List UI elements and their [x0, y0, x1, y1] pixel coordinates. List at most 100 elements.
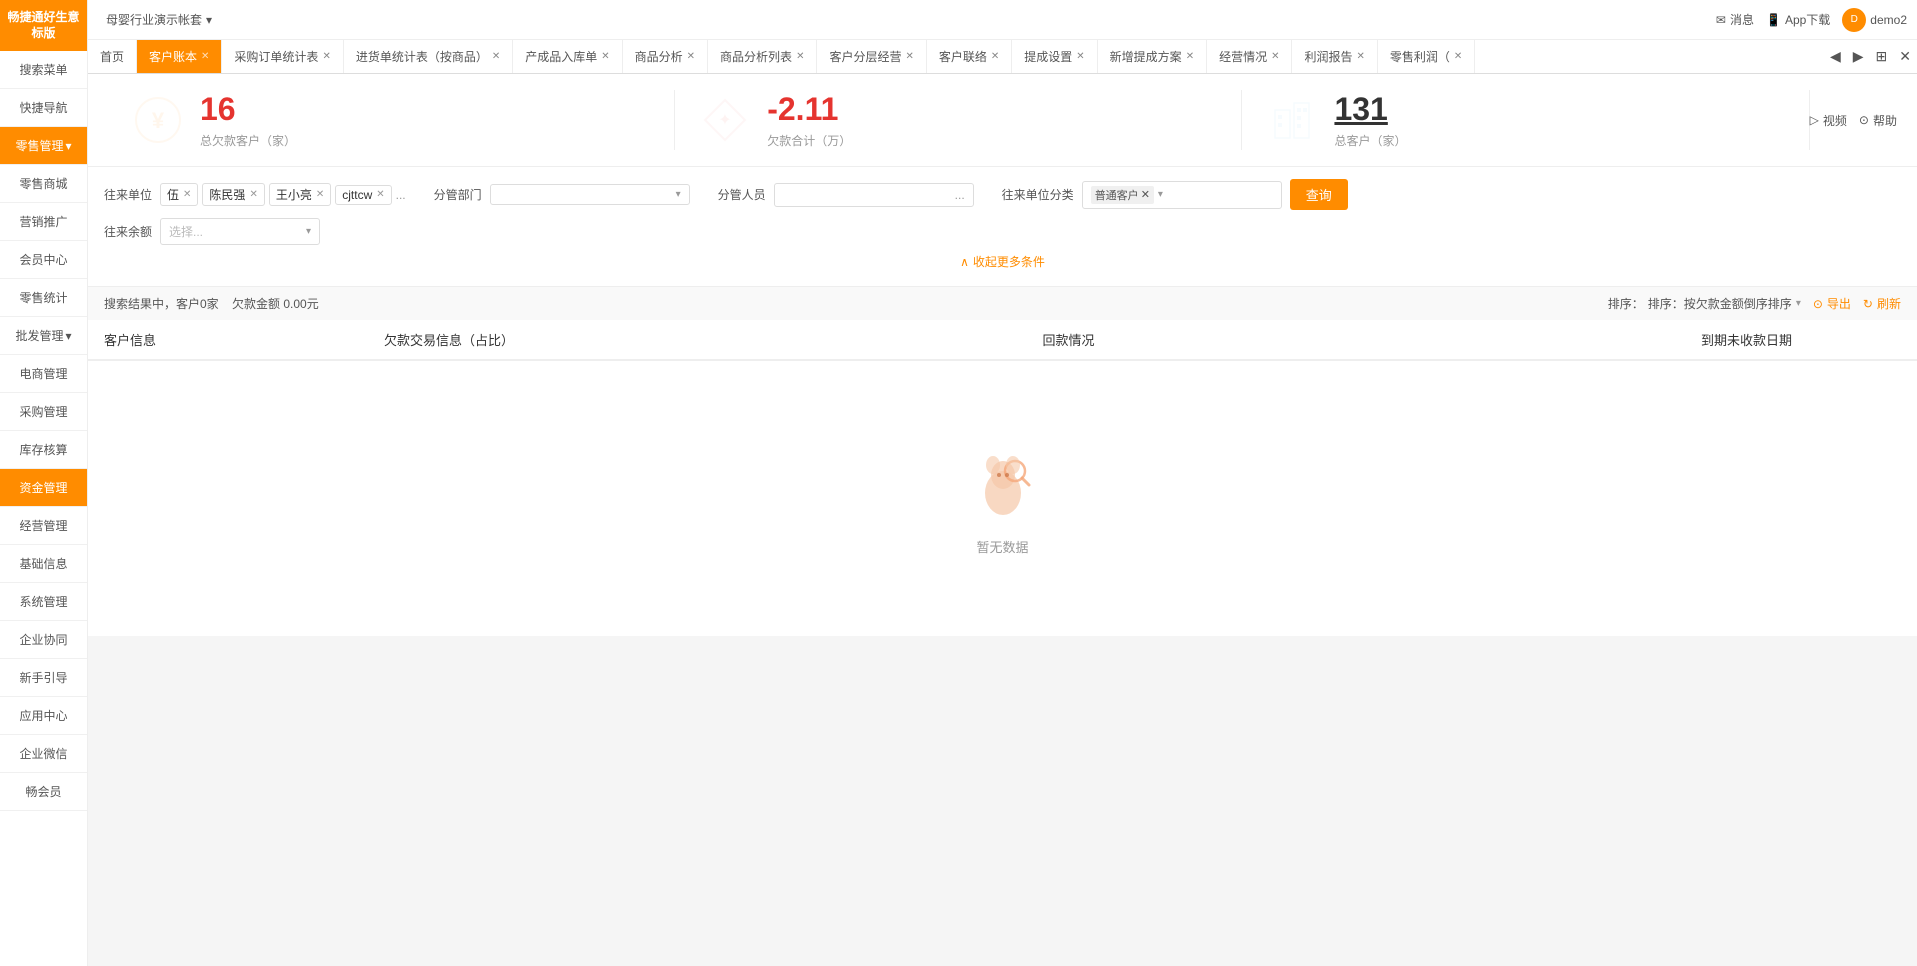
- tab-close-icon[interactable]: ✕: [322, 51, 330, 62]
- stat-label-debt-customers: 总欠款客户（家）: [200, 132, 296, 149]
- refresh-button[interactable]: ↻ 刷新: [1863, 295, 1901, 312]
- sidebar-item-app-center[interactable]: 应用中心: [0, 697, 87, 735]
- tab-purchase-order-stats[interactable]: 采购订单统计表 ✕: [222, 40, 343, 73]
- tabs-close-all-button[interactable]: ✕: [1893, 44, 1917, 69]
- tab-label: 提成设置: [1024, 48, 1072, 65]
- filter-tag-wang[interactable]: 王小亮 ✕: [269, 183, 331, 206]
- tab-label: 新增提成方案: [1110, 48, 1182, 65]
- tab-close-customer-book[interactable]: ✕: [201, 51, 209, 62]
- tab-close-icon[interactable]: ✕: [492, 51, 500, 62]
- tab-customer-book[interactable]: 客户账本 ✕: [137, 40, 222, 73]
- sidebar-item-enterprise-wechat[interactable]: 企业微信: [0, 735, 87, 773]
- sidebar-item-enterprise[interactable]: 企业协同: [0, 621, 87, 659]
- remove-tag-cjttcw[interactable]: ✕: [376, 189, 384, 200]
- sidebar: 畅捷通好生意 标版 搜索菜单 快捷导航 零售管理▾ 零售商城 营销推广 会员中心…: [0, 0, 88, 966]
- remove-classify-normal[interactable]: ✕: [1141, 188, 1150, 201]
- tabs-prev-button[interactable]: ◀: [1824, 44, 1847, 69]
- tabs-controls: ◀ ▶ ⊞ ✕: [1824, 44, 1917, 69]
- tab-stock-in-stats[interactable]: 进货单统计表（按商品） ✕: [344, 40, 513, 73]
- empty-state: 暂无数据: [88, 361, 1917, 636]
- tab-close-icon[interactable]: ✕: [796, 51, 804, 62]
- branch-person-more[interactable]: ...: [955, 188, 965, 202]
- industry-selector[interactable]: 母婴行业演示帐套 ▾: [98, 11, 220, 28]
- unit-classify-select[interactable]: 普通客户 ✕ ▾: [1082, 181, 1282, 209]
- tab-customer-contact[interactable]: 客户联络 ✕: [927, 40, 1012, 73]
- tab-home[interactable]: 首页: [88, 40, 137, 73]
- sidebar-item-marketing[interactable]: 营销推广: [0, 203, 87, 241]
- filter-tag-wu[interactable]: 伍 ✕: [160, 183, 198, 206]
- tab-close-icon[interactable]: ✕: [687, 51, 695, 62]
- tab-label: 商品分析: [635, 48, 683, 65]
- sidebar-item-retail-stats[interactable]: 零售统计: [0, 279, 87, 317]
- tab-retail-profit[interactable]: 零售利润（ ✕: [1378, 40, 1475, 73]
- remove-tag-chen[interactable]: ✕: [249, 189, 257, 200]
- sidebar-item-inventory[interactable]: 库存核算: [0, 431, 87, 469]
- tab-goods-analysis-list[interactable]: 商品分析列表 ✕: [708, 40, 817, 73]
- tab-close-icon[interactable]: ✕: [1186, 51, 1194, 62]
- tabs-expand-button[interactable]: ⊞: [1870, 44, 1894, 69]
- tabs-next-button[interactable]: ▶: [1847, 44, 1870, 69]
- sidebar-item-new-guide[interactable]: 新手引导: [0, 659, 87, 697]
- tab-profit-report[interactable]: 利润报告 ✕: [1292, 40, 1377, 73]
- app-download-button[interactable]: 📱 App下载: [1766, 11, 1830, 28]
- chevron-down-icon: ▾: [676, 189, 681, 200]
- balance-select[interactable]: 选择... ▾: [160, 218, 320, 245]
- export-button[interactable]: ⊙ 导出: [1813, 295, 1851, 312]
- sidebar-item-retail-manage[interactable]: 零售管理▾: [0, 127, 87, 165]
- sidebar-item-wholesale-manage[interactable]: 批发管理▾: [0, 317, 87, 355]
- tab-close-icon[interactable]: ✕: [1454, 51, 1462, 62]
- tab-close-icon[interactable]: ✕: [601, 51, 609, 62]
- tab-close-icon[interactable]: ✕: [1076, 51, 1084, 62]
- tab-bar: 首页 客户账本 ✕ 采购订单统计表 ✕ 进货单统计表（按商品） ✕ 产成品入库单…: [88, 40, 1917, 74]
- sidebar-item-vip-member[interactable]: 畅会员: [0, 773, 87, 811]
- tab-raise-settings[interactable]: 提成设置 ✕: [1012, 40, 1097, 73]
- tab-label: 零售利润（: [1390, 48, 1450, 65]
- svg-text:¥: ¥: [152, 108, 165, 133]
- remove-tag-wu[interactable]: ✕: [183, 189, 191, 200]
- message-button[interactable]: ✉ 消息: [1716, 11, 1754, 28]
- tab-customer-tier[interactable]: 客户分层经营 ✕: [817, 40, 926, 73]
- sidebar-item-operations[interactable]: 经营管理: [0, 507, 87, 545]
- tab-goods-analysis[interactable]: 商品分析 ✕: [623, 40, 708, 73]
- sidebar-item-member-center[interactable]: 会员中心: [0, 241, 87, 279]
- sidebar-item-system[interactable]: 系统管理: [0, 583, 87, 621]
- tab-produce-in[interactable]: 产成品入库单 ✕: [513, 40, 622, 73]
- video-button[interactable]: ▷ 视频: [1810, 112, 1847, 129]
- stat-value-debt-total: -2.11: [767, 91, 851, 128]
- stat-total-debt-customers: ¥ 16 总欠款客户（家）: [108, 90, 675, 150]
- sidebar-logo: 畅捷通好生意 标版: [0, 0, 87, 51]
- sidebar-item-ecommerce[interactable]: 电商管理: [0, 355, 87, 393]
- sidebar-search[interactable]: 搜索菜单: [0, 51, 87, 89]
- tab-close-icon[interactable]: ✕: [1271, 51, 1279, 62]
- help-button[interactable]: ⊙ 帮助: [1859, 112, 1897, 129]
- query-button[interactable]: 查询: [1290, 179, 1348, 210]
- user-avatar-area[interactable]: D demo2: [1842, 8, 1907, 32]
- filter-more-button[interactable]: ...: [396, 188, 406, 202]
- filter-tag-cjttcw[interactable]: cjttcw ✕: [335, 185, 391, 205]
- export-label: 导出: [1827, 295, 1851, 312]
- sidebar-item-basic-info[interactable]: 基础信息: [0, 545, 87, 583]
- filter-tag-chen[interactable]: 陈民强 ✕: [202, 183, 264, 206]
- tab-new-raise-plan[interactable]: 新增提成方案 ✕: [1098, 40, 1207, 73]
- sidebar-item-purchase-manage[interactable]: 采购管理: [0, 393, 87, 431]
- sidebar-item-retail-mall[interactable]: 零售商城: [0, 165, 87, 203]
- tab-close-icon[interactable]: ✕: [991, 51, 999, 62]
- sidebar-item-finance[interactable]: 资金管理: [0, 469, 87, 507]
- tab-close-icon[interactable]: ✕: [905, 51, 913, 62]
- unit-classify-label: 往来单位分类: [1002, 186, 1074, 203]
- stat-value-debt-customers: 16: [200, 91, 296, 128]
- yuan-circle-icon: ¥: [128, 90, 188, 150]
- sort-select[interactable]: 排序： 排序：按欠款金额倒序排序 ▾: [1608, 295, 1801, 312]
- branch-person-select[interactable]: ...: [774, 183, 974, 207]
- phone-icon: 📱: [1766, 13, 1781, 27]
- tab-close-icon[interactable]: ✕: [1357, 51, 1365, 62]
- tab-operations-status[interactable]: 经营情况 ✕: [1207, 40, 1292, 73]
- collapse-button[interactable]: ∧ 收起更多条件: [104, 253, 1901, 270]
- remove-tag-wang[interactable]: ✕: [316, 189, 324, 200]
- branch-dept-select[interactable]: ▾: [490, 184, 690, 205]
- page-content: ¥ 16 总欠款客户（家） ✦ -2.11 欠款合计（万）: [88, 74, 1917, 966]
- message-label: 消息: [1730, 11, 1754, 28]
- tab-label-customer-book: 客户账本: [149, 48, 197, 65]
- filter-area: 往来单位 伍 ✕ 陈民强 ✕ 王小亮 ✕ cjttcw: [88, 167, 1917, 287]
- sidebar-item-quick-nav[interactable]: 快捷导航: [0, 89, 87, 127]
